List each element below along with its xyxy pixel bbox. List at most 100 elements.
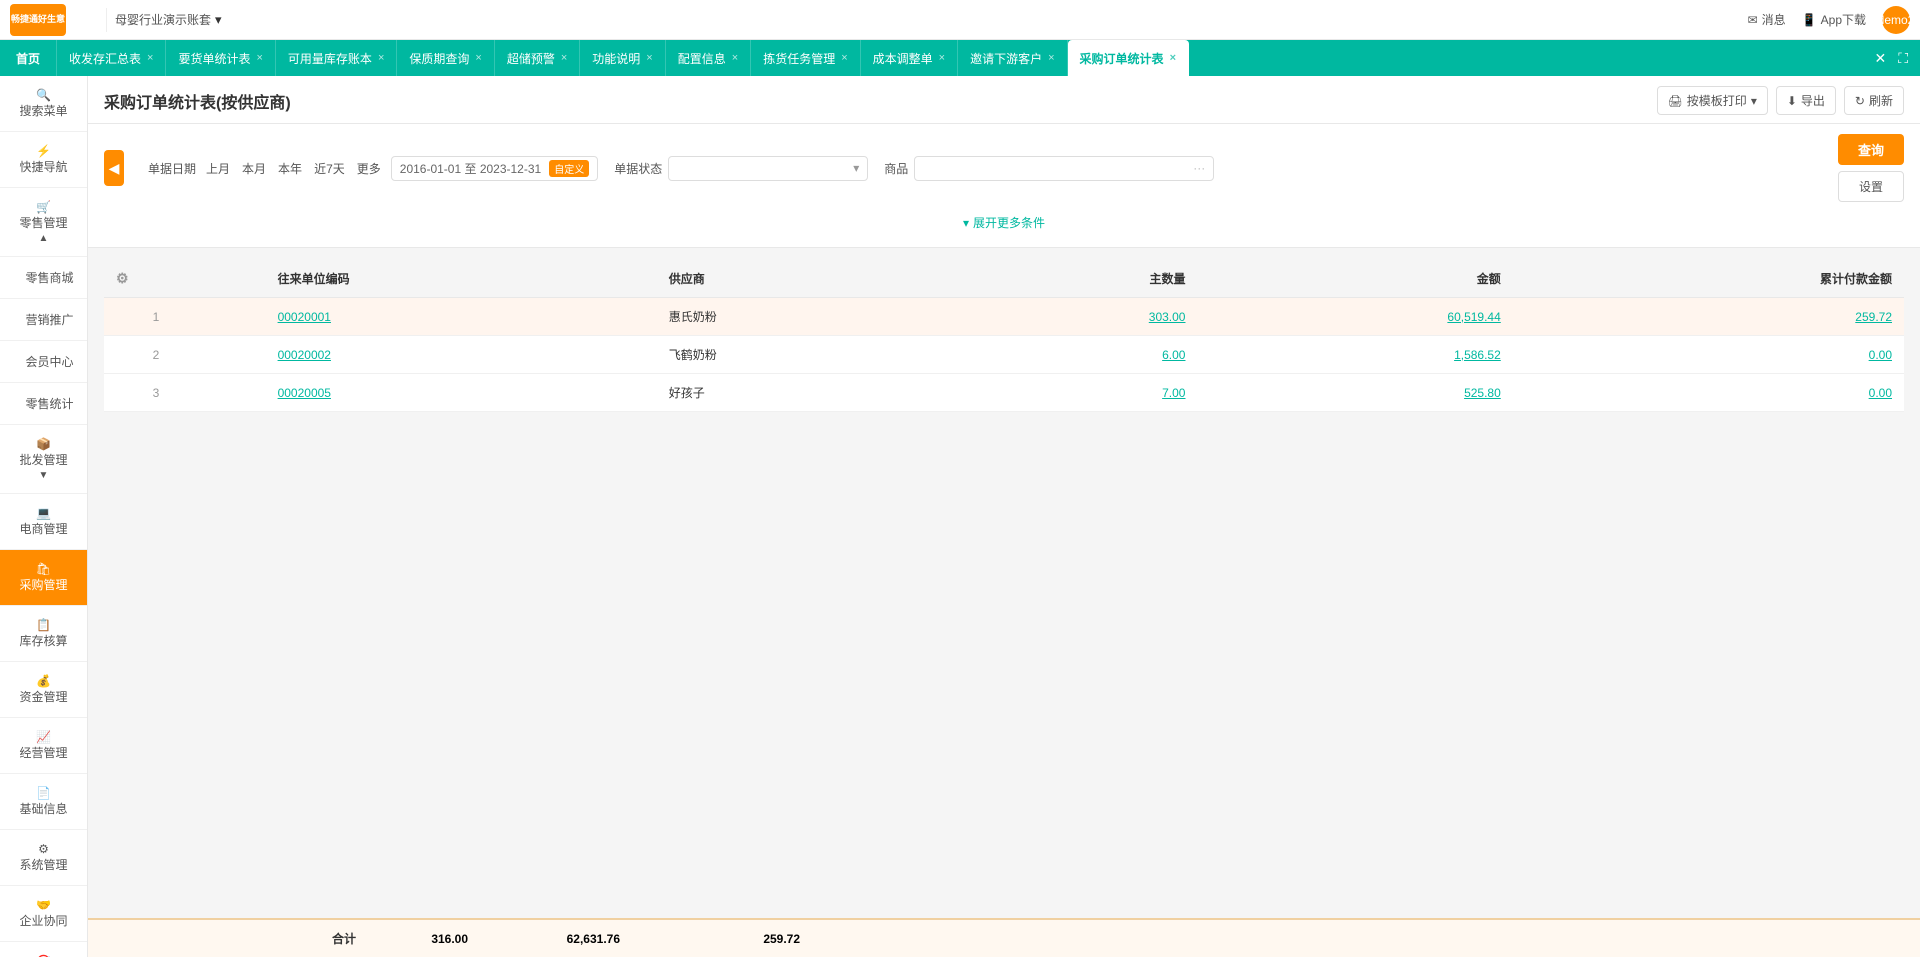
settings-button[interactable]: 设置 — [1838, 171, 1904, 202]
top-bar: 畅捷通好生意 母婴行业演示账套 ▾ ✉ 消息 📱 App下载 demo2 — [0, 0, 1920, 40]
refresh-button[interactable]: ↻ 刷新 — [1844, 86, 1904, 115]
td-amount: 525.80 — [1197, 374, 1512, 412]
sidebar-item-quick-nav[interactable]: ⚡ 快捷导航 — [0, 132, 87, 188]
sidebar-item-finance[interactable]: 💰 资金管理 — [0, 662, 87, 718]
close-icon[interactable]: × — [732, 52, 738, 64]
finance-icon: 💰 — [36, 674, 51, 688]
expand-more-btn[interactable]: ▾ 展开更多条件 — [963, 208, 1045, 231]
footer-total-label: 合计 — [320, 930, 368, 947]
username-label: demo2 — [1878, 13, 1915, 27]
top-right-actions: ✉ 消息 📱 App下载 demo2 — [1748, 6, 1910, 34]
workspace-name: 母婴行业演示账套 — [115, 11, 211, 28]
close-icon[interactable]: × — [561, 52, 567, 64]
sidebar-item-retail-stats[interactable]: 零售统计 — [0, 383, 87, 425]
tab-chengben[interactable]: 成本调整单 × — [861, 40, 958, 76]
tab-yaoqing[interactable]: 邀请下游客户 × — [958, 40, 1067, 76]
sidebar-item-system[interactable]: ⚙ 系统管理 — [0, 830, 87, 886]
workspace-selector[interactable]: 母婴行业演示账套 ▾ — [115, 11, 1748, 28]
tab-restore-icon[interactable]: ⛶ — [1894, 46, 1912, 71]
shortcut-this-year[interactable]: 本年 — [274, 158, 306, 179]
purchase-icon: 🛍 — [36, 562, 51, 576]
th-paid: 累计付款金额 — [1513, 260, 1904, 298]
print-button[interactable]: 🖨 按模板打印 ▾ — [1657, 86, 1768, 115]
gear-icon[interactable]: ⚙ — [116, 270, 129, 286]
quick-nav-icon: ⚡ — [36, 144, 51, 158]
page-title: 采购订单统计表(按供应商) — [104, 89, 291, 113]
tab-caigou-active[interactable]: 采购订单统计表 × — [1068, 40, 1189, 76]
tab-gongneng[interactable]: 功能说明 × — [580, 40, 665, 76]
date-range-input[interactable]: 2016-01-01 至 2023-12-31 自定义 — [391, 156, 598, 181]
sidebar-item-marketing[interactable]: 营销推广 — [0, 299, 87, 341]
status-select[interactable]: ▾ — [668, 156, 868, 181]
tab-peizhi[interactable]: 配置信息 × — [666, 40, 751, 76]
shortcut-this-month[interactable]: 本月 — [238, 158, 270, 179]
table-area: ⚙ 往来单位编码 供应商 主数量 金额 累计付款金额 1 00020001 惠氏… — [88, 248, 1920, 918]
tab-yaohuo[interactable]: 要货单统计表 × — [166, 40, 275, 76]
sidebar-item-purchase[interactable]: 🛍 采购管理 — [0, 550, 87, 606]
table-row: 3 00020005 好孩子 7.00 525.80 0.00 — [104, 374, 1904, 412]
goods-placeholder — [923, 160, 935, 177]
td-gear — [104, 298, 141, 336]
status-dropdown-icon: ▾ — [853, 161, 859, 175]
th-qty: 主数量 — [950, 260, 1197, 298]
content-area: 采购订单统计表(按供应商) 🖨 按模板打印 ▾ ⬇ 导出 ↻ 刷新 — [88, 76, 1920, 957]
td-qty: 6.00 — [950, 336, 1197, 374]
sidebar-item-ecommerce[interactable]: 💻 电商管理 — [0, 494, 87, 550]
td-amount: 1,586.52 — [1197, 336, 1512, 374]
sidebar-item-basics[interactable]: 📄 基础信息 — [0, 774, 87, 830]
sidebar-item-inventory[interactable]: 📋 库存核算 — [0, 606, 87, 662]
close-icon[interactable]: × — [841, 52, 847, 64]
close-icon[interactable]: × — [646, 52, 652, 64]
close-icon[interactable]: × — [147, 52, 153, 64]
page-header: 采购订单统计表(按供应商) 🖨 按模板打印 ▾ ⬇ 导出 ↻ 刷新 — [88, 76, 1920, 124]
close-icon[interactable]: × — [1170, 52, 1176, 64]
td-qty: 7.00 — [950, 374, 1197, 412]
sidebar-item-search[interactable]: 🔍 搜索菜单 — [0, 76, 87, 132]
tab-baozhi[interactable]: 保质期查询 × — [397, 40, 494, 76]
tab-chaochu[interactable]: 超储预警 × — [495, 40, 580, 76]
sidebar: 🔍 搜索菜单 ⚡ 快捷导航 🛒 零售管理 ▲ 零售商城 营销推广 会员中心 零售… — [0, 76, 88, 957]
sidebar-item-operations[interactable]: 📈 经营管理 — [0, 718, 87, 774]
export-button[interactable]: ⬇ 导出 — [1776, 86, 1836, 115]
export-icon: ⬇ — [1787, 94, 1797, 108]
tab-jianhuo[interactable]: 拣货任务管理 × — [751, 40, 860, 76]
close-icon[interactable]: × — [378, 52, 384, 64]
data-table: ⚙ 往来单位编码 供应商 主数量 金额 累计付款金额 1 00020001 惠氏… — [104, 260, 1904, 412]
close-icon[interactable]: × — [939, 52, 945, 64]
page-actions: 🖨 按模板打印 ▾ ⬇ 导出 ↻ 刷新 — [1657, 86, 1904, 115]
tab-home[interactable]: 首页 — [0, 40, 57, 76]
message-btn[interactable]: ✉ 消息 — [1748, 11, 1786, 28]
td-gear — [104, 336, 141, 374]
sidebar-item-guide[interactable]: 🎯 新手引导 — [0, 942, 87, 957]
sidebar-item-wholesale[interactable]: 📦 批发管理 ▼ — [0, 425, 87, 494]
table-row: 1 00020001 惠氏奶粉 303.00 60,519.44 259.72 — [104, 298, 1904, 336]
avatar[interactable]: demo2 — [1882, 6, 1910, 34]
sidebar-item-retail-mall[interactable]: 零售商城 — [0, 257, 87, 299]
close-icon[interactable]: × — [475, 52, 481, 64]
table-footer: 合计 316.00 62,631.76 259.72 — [88, 918, 1920, 957]
query-buttons: 查询 设置 — [1838, 134, 1904, 202]
close-icon[interactable]: × — [256, 52, 262, 64]
goods-input[interactable]: ··· — [914, 156, 1214, 181]
footer-amount: 62,631.76 — [500, 932, 620, 946]
shortcut-more[interactable]: 更多 — [353, 158, 385, 179]
sidebar-item-collab[interactable]: 🤝 企业协同 — [0, 886, 87, 942]
close-icon[interactable]: × — [1048, 52, 1054, 64]
shortcut-last-month[interactable]: 上月 — [202, 158, 234, 179]
tab-kuyongliang[interactable]: 可用量库存账本 × — [276, 40, 397, 76]
shortcut-7days[interactable]: 近7天 — [310, 158, 349, 179]
query-button[interactable]: 查询 — [1838, 134, 1904, 165]
wholesale-icon: 📦 — [36, 437, 51, 451]
sidebar-item-member[interactable]: 会员中心 — [0, 341, 87, 383]
tab-close-all-icon[interactable]: ✕ — [1870, 46, 1890, 71]
print-icon: 🖨 — [1668, 94, 1683, 108]
sidebar-item-retail-mgmt[interactable]: 🛒 零售管理 ▲ — [0, 188, 87, 257]
th-gear: ⚙ — [104, 260, 141, 298]
goods-more-icon: ··· — [1193, 161, 1205, 175]
chevron-up-icon: ▲ — [39, 233, 49, 244]
tab-shoufacun[interactable]: 收发存汇总表 × — [57, 40, 166, 76]
operations-icon: 📈 — [36, 730, 51, 744]
filter-collapse-btn[interactable]: ◀ — [104, 150, 124, 186]
app-download-btn[interactable]: 📱 App下载 — [1802, 11, 1866, 28]
system-icon: ⚙ — [38, 842, 49, 856]
